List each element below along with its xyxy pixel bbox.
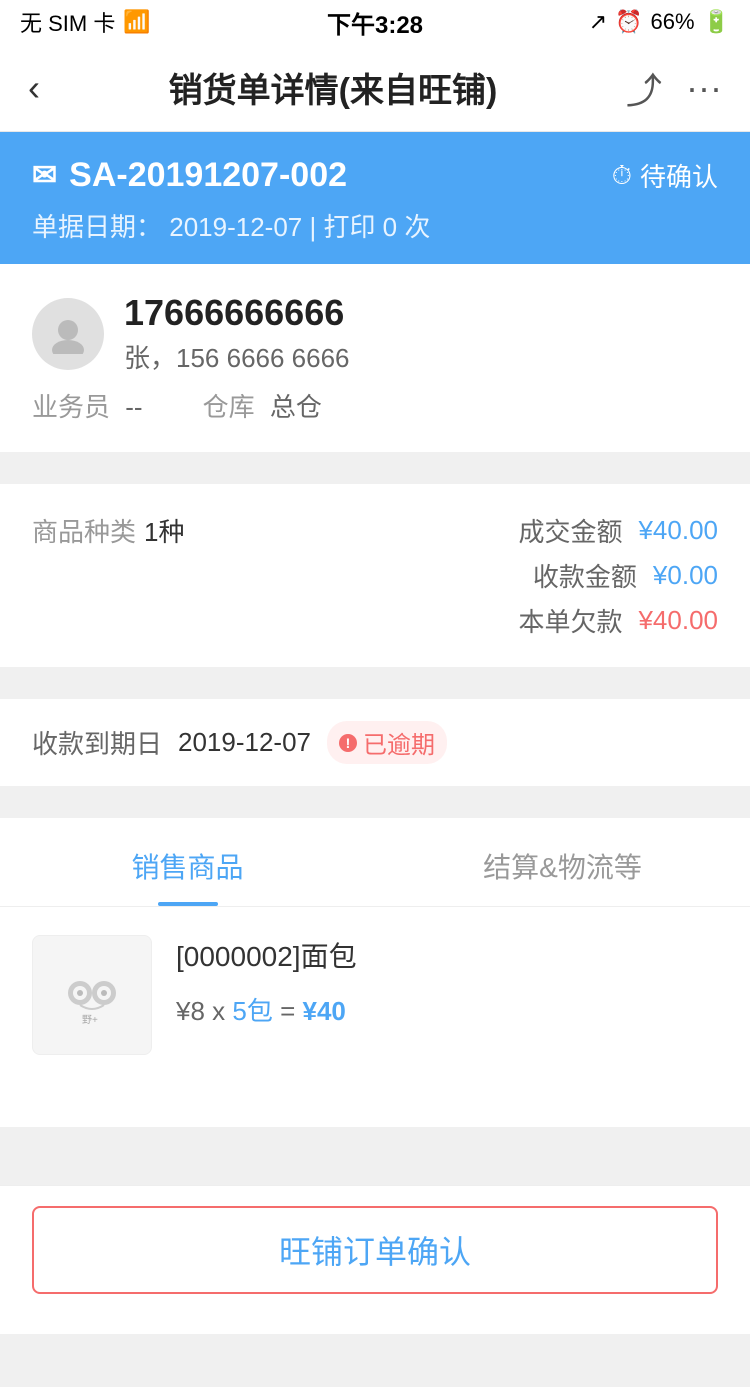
receipt-label: 收款金额	[533, 557, 637, 594]
tabs-bar: 销售商品 结算&物流等	[0, 818, 750, 907]
order-date-label: 单据日期：	[32, 212, 162, 242]
product-qty: 5包	[232, 996, 272, 1026]
section-divider-1	[0, 468, 750, 484]
overdue-badge: ! 已逾期	[327, 721, 447, 764]
customer-info: 17666666666 张，156 6666 6666	[124, 292, 350, 375]
alarm-icon: ⏰	[615, 9, 642, 35]
tab-sales-products[interactable]: 销售商品	[0, 818, 375, 906]
location-icon: ↗	[589, 9, 607, 35]
product-item: 野+ [0000002]面包 ¥8 x 5包 = ¥40	[32, 935, 718, 1055]
product-price-row: ¥8 x 5包 = ¥40	[176, 991, 718, 1028]
customer-phone: 17666666666	[124, 292, 350, 334]
status-bar-time: 下午3:28	[327, 5, 423, 40]
section-divider-3	[0, 802, 750, 818]
tabs-section: 销售商品 结算&物流等	[0, 818, 750, 907]
order-id: ✉ SA-20191207-002	[32, 156, 347, 195]
salesperson-label: 业务员	[32, 392, 110, 422]
product-equals: =	[273, 996, 303, 1026]
confirm-order-button[interactable]: 旺铺订单确认	[32, 1206, 718, 1294]
receipt-value: ¥0.00	[653, 560, 718, 591]
summary-section: 商品种类 1种 成交金额 ¥40.00 收款金额 ¥0.00 本单欠款 ¥40.…	[0, 484, 750, 667]
bottom-bar: 旺铺订单确认	[0, 1185, 750, 1334]
avatar	[32, 298, 104, 370]
product-info: [0000002]面包 ¥8 x 5包 = ¥40	[176, 935, 718, 1028]
balance-value: ¥40.00	[638, 605, 718, 636]
product-section: 野+ [0000002]面包 ¥8 x 5包 = ¥40	[0, 907, 750, 1127]
transaction-value: ¥40.00	[638, 515, 718, 546]
product-thumbnail: 野+	[32, 935, 152, 1055]
amounts-group: 成交金额 ¥40.00 收款金额 ¥0.00 本单欠款 ¥40.00	[518, 512, 718, 639]
section-divider-2	[0, 683, 750, 699]
product-type-group: 商品种类 1种	[32, 512, 184, 549]
battery-text: 66%	[651, 9, 695, 35]
warehouse-item: 仓库 总仓	[203, 387, 322, 424]
product-price-label: ¥8 x	[176, 996, 232, 1026]
status-bar: 无 SIM 卡 📶 下午3:28 ↗ ⏰ 66% 🔋	[0, 0, 750, 44]
tab-settlement-logistics[interactable]: 结算&物流等	[375, 818, 750, 906]
more-button[interactable]: ···	[686, 67, 722, 109]
page-title: 销货单详情(来自旺铺)	[169, 63, 498, 112]
transaction-label: 成交金额	[518, 512, 622, 549]
order-header-banner: ✉ SA-20191207-002 ⏱ 待确认 单据日期： 2019-12-07…	[0, 132, 750, 264]
order-id-text: SA-20191207-002	[69, 156, 347, 195]
salesperson-value: --	[125, 392, 142, 422]
warehouse-label: 仓库	[203, 392, 255, 422]
transaction-row: 成交金额 ¥40.00	[518, 512, 718, 549]
order-icon: ✉	[32, 158, 57, 193]
due-date-label: 收款到期日	[32, 724, 162, 761]
status-clock-icon: ⏱	[612, 160, 632, 192]
carrier-text: 无 SIM 卡	[20, 6, 115, 38]
order-print-info: | 打印 0 次	[309, 212, 430, 242]
balance-label: 本单欠款	[518, 602, 622, 639]
overdue-text: 已逾期	[363, 725, 435, 760]
product-total: ¥40	[302, 996, 345, 1026]
share-button[interactable]: ⤴	[626, 62, 662, 114]
product-name: [0000002]面包	[176, 935, 718, 975]
warehouse-value: 总仓	[270, 392, 322, 422]
status-bar-left: 无 SIM 卡 📶	[20, 6, 151, 38]
product-type-label: 商品种类	[32, 512, 136, 549]
order-date-row: 单据日期： 2019-12-07 | 打印 0 次	[32, 207, 718, 244]
order-status: ⏱ 待确认	[612, 157, 718, 194]
customer-section: 17666666666 张，156 6666 6666 业务员 -- 仓库 总仓	[0, 264, 750, 452]
due-date-value: 2019-12-07	[178, 727, 311, 758]
customer-name: 张，156 6666 6666	[124, 338, 350, 375]
customer-top: 17666666666 张，156 6666 6666	[32, 292, 718, 375]
status-text: 待确认	[640, 157, 718, 194]
nav-bar: ‹ 销货单详情(来自旺铺) ⤴ ···	[0, 44, 750, 132]
overdue-icon: !	[339, 734, 357, 752]
battery-icon: 🔋	[703, 9, 730, 35]
due-date-section: 收款到期日 2019-12-07 ! 已逾期	[0, 699, 750, 786]
svg-text:野+: 野+	[82, 1014, 98, 1025]
nav-actions: ⤴ ···	[626, 62, 722, 114]
summary-row: 商品种类 1种 成交金额 ¥40.00 收款金额 ¥0.00 本单欠款 ¥40.…	[32, 512, 718, 639]
wifi-icon: 📶	[123, 9, 150, 35]
order-header-top: ✉ SA-20191207-002 ⏱ 待确认	[32, 156, 718, 195]
customer-meta: 业务员 -- 仓库 总仓	[32, 387, 718, 424]
status-bar-right: ↗ ⏰ 66% 🔋	[589, 9, 730, 35]
receipt-row: 收款金额 ¥0.00	[533, 557, 718, 594]
salesperson-item: 业务员 --	[32, 387, 143, 424]
product-type-value: 1种	[144, 512, 184, 549]
back-button[interactable]: ‹	[28, 67, 40, 109]
order-date-value: 2019-12-07	[169, 212, 302, 242]
balance-row: 本单欠款 ¥40.00	[518, 602, 718, 639]
